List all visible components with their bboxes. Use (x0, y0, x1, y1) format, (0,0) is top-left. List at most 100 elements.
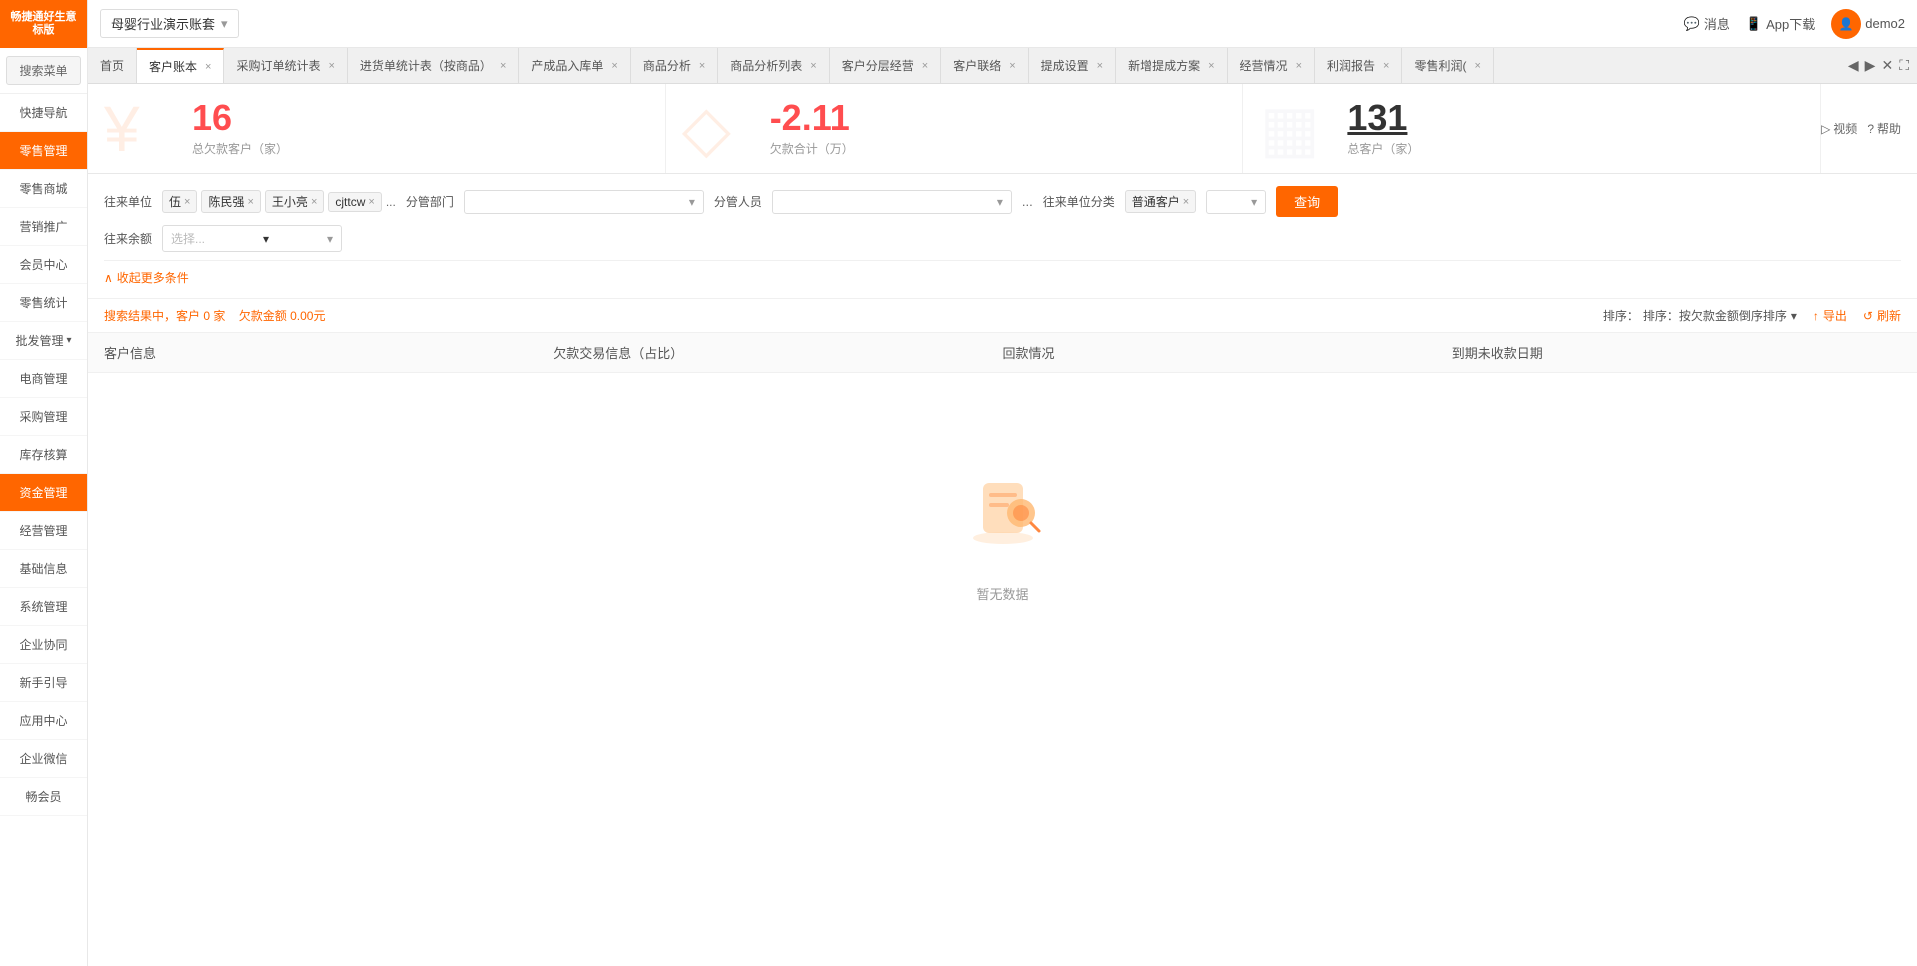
close-tab-customer-tier[interactable]: × (922, 60, 928, 72)
sort-selector[interactable]: 排序： 排序：按欠款金额倒序排序 ▾ (1603, 307, 1797, 324)
search-menu-button[interactable]: 搜索菜单 (6, 56, 81, 85)
message-button[interactable]: 💬 消息 (1684, 14, 1730, 33)
sidebar-item-operations[interactable]: 经营管理 (0, 512, 87, 550)
filter-dept-select[interactable] (464, 190, 704, 214)
filter-row-2: 往来余额 选择... ▾ (104, 225, 1901, 252)
close-tag-chen[interactable]: × (247, 196, 253, 208)
tab-finished-goods[interactable]: 产成品入库单 × (519, 48, 630, 84)
tab-product-analysis-list[interactable]: 商品分析列表 × (718, 48, 829, 84)
logo-text: 畅捷通好生意 标版 (11, 11, 77, 37)
video-help-link[interactable]: ▷ 视频 (1821, 120, 1857, 137)
sidebar-item-marketing[interactable]: 营销推广 (0, 208, 87, 246)
results-info: 搜索结果中，客户 0 家 欠款金额 0.00元 (104, 307, 325, 324)
sidebar-item-inventory[interactable]: 库存核算 (0, 436, 87, 474)
empty-state: 暂无数据 (88, 373, 1917, 683)
tab-customer-contact[interactable]: 客户联络 × (941, 48, 1028, 84)
app-download-button[interactable]: 📱 App下载 (1746, 14, 1815, 33)
header-right: 💬 消息 📱 App下载 👤 demo2 (1684, 9, 1905, 39)
sidebar-item-system[interactable]: 系统管理 (0, 588, 87, 626)
tab-next-icon[interactable]: ▶ (1865, 57, 1876, 74)
tab-add-commission[interactable]: 新增提成方案 × (1116, 48, 1227, 84)
content-area: ¥ 16 总欠款客户（家） ◇ -2.11 欠款合计（万） ▦ 131 总客户（… (88, 84, 1917, 966)
close-tag-wang[interactable]: × (311, 196, 317, 208)
sidebar-item-finance[interactable]: 资金管理 (0, 474, 87, 512)
refresh-button[interactable]: ↺ 刷新 (1863, 307, 1901, 324)
table-header-customer: 客户信息 (104, 343, 553, 362)
sidebar-item-retail-stats[interactable]: 零售统计 (0, 284, 87, 322)
tab-product-analysis[interactable]: 商品分析 × (631, 48, 718, 84)
filter-label-manager: 分管人员 (714, 193, 762, 210)
filter-more-tags[interactable]: ... (386, 195, 396, 209)
filter-category-dropdown[interactable] (1206, 190, 1266, 214)
close-tab-biz-situation[interactable]: × (1296, 60, 1302, 72)
tab-inbound-stats[interactable]: 进货单统计表（按商品） × (348, 48, 519, 84)
stat-label-total: 总客户（家） (1347, 140, 1419, 157)
close-tab-customer-contact[interactable]: × (1009, 60, 1015, 72)
filter-balance-select[interactable]: 选择... ▾ (162, 225, 342, 252)
stat-label-amount: 欠款合计（万） (770, 140, 854, 157)
brand-selector[interactable]: 母婴行业演示账套 (100, 9, 239, 38)
tab-bar: 首页 客户账本 × 采购订单统计表 × 进货单统计表（按商品） × 产成品入库单… (88, 48, 1917, 84)
sidebar-logo: 畅捷通好生意 标版 (0, 0, 87, 48)
filter-manager-select[interactable] (772, 190, 1012, 214)
sidebar-search-section: 搜索菜单 (0, 48, 87, 94)
sidebar-item-wechat[interactable]: 企业微信 (0, 740, 87, 778)
sidebar-item-member[interactable]: 畅会员 (0, 778, 87, 816)
tab-prev-icon[interactable]: ◀ (1848, 57, 1859, 74)
tab-close-all-icon[interactable]: ✕ (1881, 57, 1893, 74)
sidebar-item-app-center[interactable]: 应用中心 (0, 702, 87, 740)
close-tab-profit-report[interactable]: × (1383, 60, 1389, 72)
stat-label-customers: 总欠款客户（家） (192, 140, 288, 157)
close-tab-retail-profit[interactable]: × (1474, 60, 1480, 72)
query-button[interactable]: 查询 (1276, 186, 1338, 217)
tab-expand-icon[interactable]: ⛶ (1899, 57, 1909, 74)
sort-icon: 排序： (1603, 307, 1639, 324)
close-tab-customer-ledger[interactable]: × (205, 61, 211, 73)
tab-home[interactable]: 首页 (88, 48, 137, 84)
sidebar-item-ecommerce[interactable]: 电商管理 (0, 360, 87, 398)
stat-bg-icon-1: ¥ (104, 92, 140, 166)
sidebar-item-member-center[interactable]: 会员中心 (0, 246, 87, 284)
tab-retail-profit[interactable]: 零售利润( × (1402, 48, 1493, 84)
table-header-repay: 回款情况 (1003, 343, 1452, 362)
export-button[interactable]: ↑ 导出 (1813, 307, 1847, 324)
filter-label-category: 往来单位分类 (1043, 193, 1115, 210)
close-tag-cjttcw[interactable]: × (368, 196, 374, 208)
chevron-down-icon: ▾ (263, 232, 269, 246)
tab-biz-situation[interactable]: 经营情况 × (1228, 48, 1315, 84)
empty-text: 暂无数据 (976, 584, 1028, 603)
user-profile[interactable]: 👤 demo2 (1831, 9, 1905, 39)
tab-commission-setting[interactable]: 提成设置 × (1029, 48, 1116, 84)
sidebar-item-retail-mgmt[interactable]: 零售管理 (0, 132, 87, 170)
sidebar-item-basic-info[interactable]: 基础信息 (0, 550, 87, 588)
collapse-button[interactable]: ∧ 收起更多条件 (104, 269, 1901, 286)
close-tag-ordinary[interactable]: × (1183, 196, 1189, 208)
tab-purchase-order-stats[interactable]: 采购订单统计表 × (224, 48, 347, 84)
close-tab-add-commission[interactable]: × (1208, 60, 1214, 72)
tab-profit-report[interactable]: 利润报告 × (1315, 48, 1402, 84)
close-tab-inbound-stats[interactable]: × (500, 60, 506, 72)
results-actions: 排序： 排序：按欠款金额倒序排序 ▾ ↑ 导出 ↺ 刷新 (1603, 307, 1901, 324)
tab-bar-controls: ◀ ▶ ✕ ⛶ (1840, 57, 1917, 74)
tab-customer-ledger[interactable]: 客户账本 × (137, 48, 224, 84)
close-tab-product-analysis-list[interactable]: × (810, 60, 816, 72)
sidebar-item-purchase[interactable]: 采购管理 (0, 398, 87, 436)
sidebar-item-newbie[interactable]: 新手引导 (0, 664, 87, 702)
close-tab-commission-setting[interactable]: × (1097, 60, 1103, 72)
close-tag-wu[interactable]: × (184, 196, 190, 208)
stat-card-customers: ¥ 16 总欠款客户（家） (88, 84, 666, 173)
sidebar-item-enterprise[interactable]: 企业协同 (0, 626, 87, 664)
filter-row-1: 往来单位 伍 × 陈民强 × 王小亮 × cjttcw (104, 186, 1901, 217)
main-area: 母婴行业演示账套 💬 消息 📱 App下载 👤 demo2 首页 客户 (88, 0, 1917, 966)
filter-tags-category: 普通客户 × (1125, 190, 1196, 213)
help-link[interactable]: ? 帮助 (1867, 120, 1901, 137)
filter-manager-dots[interactable]: ... (1022, 194, 1033, 209)
table-header-debt: 欠款交易信息（占比） (553, 343, 1002, 362)
tab-customer-tier[interactable]: 客户分层经营 × (830, 48, 941, 84)
close-tab-product-analysis[interactable]: × (699, 60, 705, 72)
close-tab-purchase-order-stats[interactable]: × (328, 60, 334, 72)
sidebar-quick-nav[interactable]: 快捷导航 (0, 94, 87, 132)
sidebar-item-wholesale[interactable]: 批发管理 (0, 322, 87, 360)
sidebar-item-retail-mall[interactable]: 零售商城 (0, 170, 87, 208)
close-tab-finished-goods[interactable]: × (611, 60, 617, 72)
